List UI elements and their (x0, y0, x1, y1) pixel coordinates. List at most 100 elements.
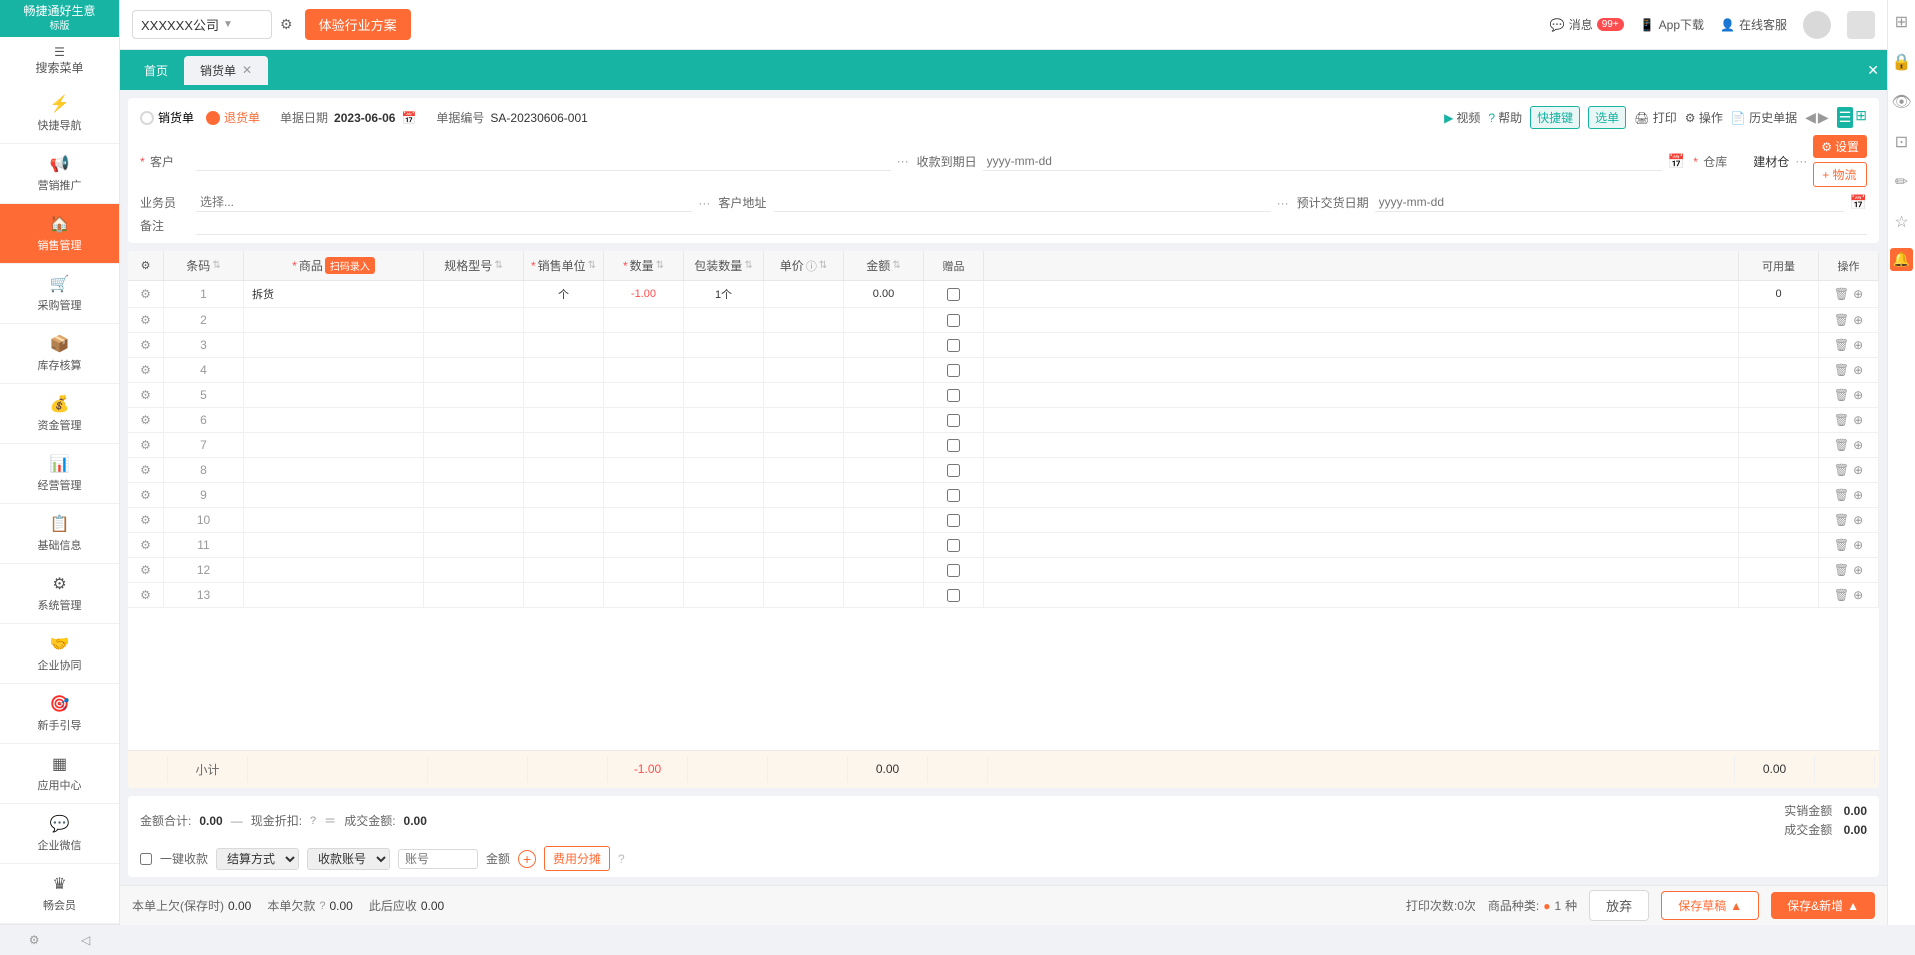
td-qty-3[interactable] (604, 333, 684, 357)
account-number-input[interactable] (398, 849, 478, 869)
scan-button[interactable]: 扫码录入 (325, 257, 375, 274)
debt-tip-icon[interactable]: ? (319, 900, 325, 912)
sidebar-item-inventory[interactable]: 📦 库存核算 (0, 324, 119, 384)
copy-icon-9[interactable]: ⊕ (1853, 488, 1863, 502)
trial-button[interactable]: 体验行业方案 (305, 9, 411, 40)
delete-icon-11[interactable]: 🗑 (1834, 538, 1849, 552)
sidebar-item-quick-nav[interactable]: ⚡ 快捷导航 (0, 84, 119, 144)
td-spec-6[interactable] (424, 408, 524, 432)
td-unit-10[interactable] (524, 508, 604, 532)
user-avatar[interactable] (1803, 11, 1831, 39)
sidebar-item-basic[interactable]: 📋 基础信息 (0, 504, 119, 564)
td-packqty-10[interactable] (684, 508, 764, 532)
customer-input[interactable] (196, 152, 891, 171)
td-gift-2[interactable] (924, 308, 984, 332)
delete-icon-8[interactable]: 🗑 (1834, 463, 1849, 477)
delete-icon-3[interactable]: 🗑 (1834, 338, 1849, 352)
td-packqty-1[interactable]: 1个 (684, 281, 764, 307)
sort-icon-barcode[interactable]: ⇅ (212, 260, 220, 271)
td-price-6[interactable] (764, 408, 844, 432)
td-remark-3[interactable] (984, 333, 1739, 357)
td-packqty-8[interactable] (684, 458, 764, 482)
td-spec-8[interactable] (424, 458, 524, 482)
save-new-button[interactable]: 保存&新增 ▲ (1771, 892, 1875, 919)
sort-icon-qty[interactable]: ⇅ (656, 260, 664, 271)
copy-icon-10[interactable]: ⊕ (1853, 513, 1863, 527)
td-price-5[interactable] (764, 383, 844, 407)
copy-icon-5[interactable]: ⊕ (1853, 388, 1863, 402)
td-packqty-6[interactable] (684, 408, 764, 432)
calendar-icon[interactable]: 📅 (401, 111, 416, 125)
sort-icon-amount[interactable]: ⇅ (892, 260, 900, 271)
td-remark-6[interactable] (984, 408, 1739, 432)
app-download-button[interactable]: 📱 App下载 (1640, 16, 1704, 33)
td-price-1[interactable] (764, 281, 844, 307)
table-icon[interactable]: ⊡ (1891, 128, 1912, 156)
td-barcode-5[interactable]: 5 (164, 383, 244, 407)
td-settings-7[interactable]: ⚙ (128, 433, 164, 457)
td-settings-9[interactable]: ⚙ (128, 483, 164, 507)
company-selector[interactable]: XXXXXX公司 ▼ (132, 10, 272, 39)
discount-help-icon[interactable]: ? (310, 815, 316, 827)
td-gift-4[interactable] (924, 358, 984, 382)
td-qty-12[interactable] (604, 558, 684, 582)
copy-icon-1[interactable]: ⊕ (1853, 287, 1863, 301)
td-qty-2[interactable] (604, 308, 684, 332)
td-qty-5[interactable] (604, 383, 684, 407)
td-qty-9[interactable] (604, 483, 684, 507)
td-unit-11[interactable] (524, 533, 604, 557)
td-amount-13[interactable] (844, 583, 924, 607)
td-product-8[interactable] (244, 458, 424, 482)
copy-icon-6[interactable]: ⊕ (1853, 413, 1863, 427)
logistics-button[interactable]: + 物流 (1813, 162, 1867, 187)
star-icon[interactable]: ☆ (1890, 208, 1912, 236)
operations-btn[interactable]: ⚙ 操作 (1685, 109, 1723, 126)
td-price-7[interactable] (764, 433, 844, 457)
td-gift-1[interactable] (924, 281, 984, 307)
td-packqty-4[interactable] (684, 358, 764, 382)
td-price-4[interactable] (764, 358, 844, 382)
td-gift-12[interactable] (924, 558, 984, 582)
td-spec-12[interactable] (424, 558, 524, 582)
video-btn[interactable]: ▶ 视频 (1444, 109, 1480, 126)
due-date-input[interactable] (983, 152, 1662, 171)
help-btn[interactable]: ? 帮助 (1488, 109, 1522, 126)
td-amount-4[interactable] (844, 358, 924, 382)
td-remark-2[interactable] (984, 308, 1739, 332)
fee-help-icon[interactable]: ? (618, 852, 625, 866)
delete-icon-12[interactable]: 🗑 (1834, 563, 1849, 577)
td-settings-5[interactable]: ⚙ (128, 383, 164, 407)
td-packqty-12[interactable] (684, 558, 764, 582)
td-unit-4[interactable] (524, 358, 604, 382)
delete-icon-10[interactable]: 🗑 (1834, 513, 1849, 527)
td-product-11[interactable] (244, 533, 424, 557)
td-settings-11[interactable]: ⚙ (128, 533, 164, 557)
td-remark-13[interactable] (984, 583, 1739, 607)
td-price-8[interactable] (764, 458, 844, 482)
delete-icon-9[interactable]: 🗑 (1834, 488, 1849, 502)
td-qty-1[interactable]: -1.00 (604, 281, 684, 307)
delete-icon-7[interactable]: 🗑 (1834, 438, 1849, 452)
copy-icon-4[interactable]: ⊕ (1853, 363, 1863, 377)
copy-icon-11[interactable]: ⊕ (1853, 538, 1863, 552)
td-amount-8[interactable] (844, 458, 924, 482)
td-remark-9[interactable] (984, 483, 1739, 507)
td-gift-10[interactable] (924, 508, 984, 532)
td-unit-12[interactable] (524, 558, 604, 582)
radio-sales-order[interactable]: 销货单 (140, 109, 194, 126)
message-button[interactable]: 💬 消息 99+ (1550, 16, 1624, 33)
settings-icon[interactable]: ⚙ (280, 16, 293, 33)
td-barcode-13[interactable]: 13 (164, 583, 244, 607)
td-unit-3[interactable] (524, 333, 604, 357)
td-unit-2[interactable] (524, 308, 604, 332)
td-settings-10[interactable]: ⚙ (128, 508, 164, 532)
sidebar-item-system[interactable]: ⚙ 系统管理 (0, 564, 119, 624)
prev-arrow[interactable]: ◀ (1805, 109, 1816, 126)
td-product-10[interactable] (244, 508, 424, 532)
sidebar-item-vip[interactable]: ♛ 畅会员 (0, 864, 119, 924)
td-settings-8[interactable]: ⚙ (128, 458, 164, 482)
setting-button[interactable]: ⚙ 设置 (1813, 135, 1867, 158)
td-packqty-2[interactable] (684, 308, 764, 332)
print-btn[interactable]: 🖨 打印 (1634, 109, 1677, 126)
td-remark-11[interactable] (984, 533, 1739, 557)
